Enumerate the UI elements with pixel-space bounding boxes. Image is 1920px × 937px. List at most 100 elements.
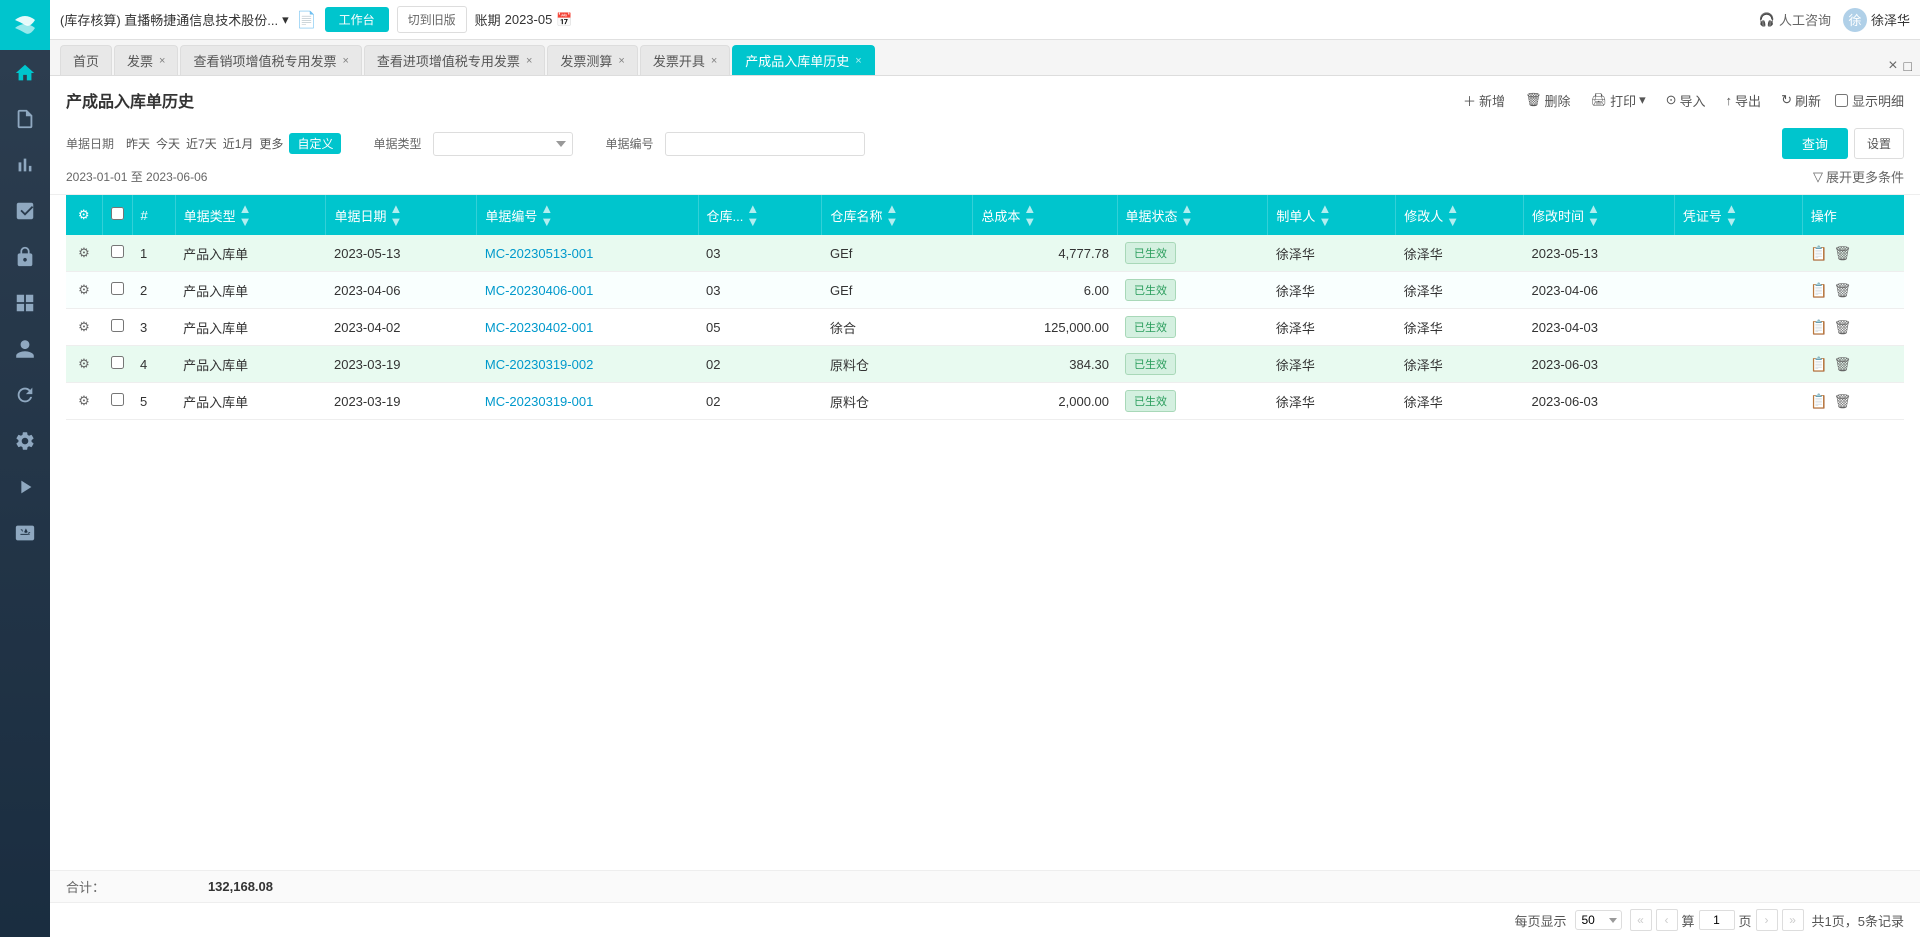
td-bill-no-0[interactable]: MC-20230513-001 bbox=[477, 235, 698, 272]
bill-no-link-4[interactable]: MC-20230319-001 bbox=[485, 394, 593, 409]
td-settings-0[interactable]: ⚙ bbox=[66, 235, 102, 272]
row-checkbox-4[interactable] bbox=[111, 393, 124, 406]
op-edit-icon-2[interactable]: 📋 bbox=[1810, 319, 1827, 336]
sidebar-item-vip[interactable] bbox=[0, 510, 50, 556]
op-edit-icon-1[interactable]: 📋 bbox=[1810, 282, 1827, 299]
row-checkbox-1[interactable] bbox=[111, 282, 124, 295]
tab-invoice-open-close[interactable]: × bbox=[711, 55, 717, 67]
quick-date-yesterday[interactable]: 昨天 bbox=[126, 135, 150, 152]
expand-filter-button[interactable]: ▽ 展开更多条件 bbox=[1813, 167, 1904, 186]
query-button[interactable]: 查询 bbox=[1782, 128, 1848, 159]
select-all-checkbox[interactable] bbox=[111, 207, 124, 220]
op-delete-icon-1[interactable]: 🗑 bbox=[1834, 282, 1852, 299]
tab-view-sales-vat-close[interactable]: × bbox=[342, 55, 348, 67]
op-edit-icon-4[interactable]: 📋 bbox=[1810, 393, 1827, 410]
workbench-button[interactable]: 工作台 bbox=[325, 7, 389, 32]
bill-no-link-2[interactable]: MC-20230402-001 bbox=[485, 320, 593, 335]
sidebar-item-person[interactable] bbox=[0, 326, 50, 372]
td-settings-2[interactable]: ⚙ bbox=[66, 309, 102, 346]
th-bill-type[interactable]: 单据类型▲▼ bbox=[175, 195, 326, 235]
td-settings-4[interactable]: ⚙ bbox=[66, 383, 102, 420]
td-bill-no-4[interactable]: MC-20230319-001 bbox=[477, 383, 698, 420]
tab-view-purchase-vat[interactable]: 查看进项增值税专用发票 × bbox=[364, 45, 545, 75]
sidebar-item-play[interactable] bbox=[0, 464, 50, 510]
page-next-button[interactable]: › bbox=[1756, 909, 1778, 931]
td-bill-no-1[interactable]: MC-20230406-001 bbox=[477, 272, 698, 309]
refresh-button[interactable]: ↻ 刷新 bbox=[1775, 89, 1827, 112]
tab-view-sales-vat[interactable]: 查看销项增值税专用发票 × bbox=[180, 45, 361, 75]
show-detail-checkbox[interactable] bbox=[1835, 94, 1848, 107]
quick-date-custom[interactable]: 自定义 bbox=[289, 133, 341, 154]
op-delete-icon-4[interactable]: 🗑 bbox=[1834, 393, 1852, 410]
sidebar-item-grid[interactable] bbox=[0, 280, 50, 326]
th-total-cost[interactable]: 总成本▲▼ bbox=[973, 195, 1117, 235]
sidebar-item-settings[interactable] bbox=[0, 418, 50, 464]
calendar-icon[interactable]: 📅 bbox=[556, 12, 572, 28]
row-checkbox-3[interactable] bbox=[111, 356, 124, 369]
tab-close-all[interactable]: × bbox=[1888, 57, 1897, 75]
print-button[interactable]: 🖨 打印 ▾ bbox=[1585, 89, 1652, 112]
tab-home[interactable]: 首页 bbox=[60, 45, 112, 75]
tab-product-in-close[interactable]: × bbox=[855, 55, 861, 67]
bill-no-link-1[interactable]: MC-20230406-001 bbox=[485, 283, 593, 298]
quick-date-more[interactable]: 更多 bbox=[259, 135, 283, 152]
tab-invoice[interactable]: 发票 × bbox=[114, 45, 178, 75]
row-settings-icon[interactable]: ⚙ bbox=[78, 245, 90, 260]
row-checkbox-2[interactable] bbox=[111, 319, 124, 332]
th-settings[interactable]: ⚙ bbox=[66, 195, 102, 235]
quick-date-7days[interactable]: 近7天 bbox=[186, 135, 217, 152]
bill-no-link-0[interactable]: MC-20230513-001 bbox=[485, 246, 593, 261]
td-settings-3[interactable]: ⚙ bbox=[66, 346, 102, 383]
sidebar-item-refresh[interactable] bbox=[0, 372, 50, 418]
tab-view-purchase-vat-close[interactable]: × bbox=[526, 55, 532, 67]
tab-invoice-calc-close[interactable]: × bbox=[618, 55, 624, 67]
page-prev-button[interactable]: ‹ bbox=[1656, 909, 1678, 931]
th-warehouse-name[interactable]: 仓库名称▲▼ bbox=[822, 195, 973, 235]
tab-invoice-calc[interactable]: 发票测算 × bbox=[547, 45, 637, 75]
tab-invoice-open[interactable]: 发票开具 × bbox=[640, 45, 730, 75]
page-number-input[interactable] bbox=[1699, 910, 1735, 930]
per-page-select[interactable]: 50 20 100 bbox=[1575, 910, 1622, 930]
import-button[interactable]: ⊙ 导入 bbox=[1660, 89, 1712, 112]
page-last-button[interactable]: » bbox=[1782, 909, 1804, 931]
bill-no-link-3[interactable]: MC-20230319-002 bbox=[485, 357, 593, 372]
page-first-button[interactable]: « bbox=[1630, 909, 1652, 931]
row-settings-icon[interactable]: ⚙ bbox=[78, 356, 90, 371]
row-settings-icon[interactable]: ⚙ bbox=[78, 282, 90, 297]
set-button[interactable]: 设置 bbox=[1854, 128, 1904, 159]
switch-old-button[interactable]: 切到旧版 bbox=[397, 6, 467, 33]
show-detail-toggle[interactable]: 显示明细 bbox=[1835, 91, 1904, 110]
sidebar-item-chart[interactable] bbox=[0, 142, 50, 188]
tab-product-in[interactable]: 产成品入库单历史 × bbox=[732, 45, 874, 75]
th-modify-time[interactable]: 修改时间▲▼ bbox=[1524, 195, 1675, 235]
quick-date-1month[interactable]: 近1月 bbox=[223, 135, 254, 152]
bill-type-select[interactable] bbox=[433, 132, 573, 156]
th-bill-status[interactable]: 单据状态▲▼ bbox=[1117, 195, 1268, 235]
th-modifier[interactable]: 修改人▲▼ bbox=[1396, 195, 1524, 235]
op-delete-icon-3[interactable]: 🗑 bbox=[1834, 356, 1852, 373]
row-settings-icon[interactable]: ⚙ bbox=[78, 393, 90, 408]
row-settings-icon[interactable]: ⚙ bbox=[78, 319, 90, 334]
user-profile[interactable]: 徐 徐泽华 bbox=[1843, 8, 1910, 32]
th-warehouse-code[interactable]: 仓库...▲▼ bbox=[698, 195, 822, 235]
support-button[interactable]: 🎧 人工咨询 bbox=[1759, 10, 1831, 29]
tab-maximize[interactable]: □ bbox=[1904, 58, 1912, 74]
sidebar-item-document[interactable] bbox=[0, 96, 50, 142]
export-button[interactable]: ↑ 导出 bbox=[1720, 89, 1768, 112]
th-voucher-no[interactable]: 凭证号▲▼ bbox=[1674, 195, 1802, 235]
td-bill-no-3[interactable]: MC-20230319-002 bbox=[477, 346, 698, 383]
th-bill-no[interactable]: 单据编号▲▼ bbox=[477, 195, 698, 235]
delete-button[interactable]: 🗑 删除 bbox=[1519, 89, 1577, 112]
row-checkbox-0[interactable] bbox=[111, 245, 124, 258]
tab-invoice-close[interactable]: × bbox=[159, 55, 165, 67]
td-bill-no-2[interactable]: MC-20230402-001 bbox=[477, 309, 698, 346]
sidebar-item-report[interactable] bbox=[0, 188, 50, 234]
op-delete-icon-0[interactable]: 🗑 bbox=[1834, 245, 1852, 262]
op-edit-icon-3[interactable]: 📋 bbox=[1810, 356, 1827, 373]
sidebar-item-lock[interactable] bbox=[0, 234, 50, 280]
th-bill-date[interactable]: 单据日期▲▼ bbox=[326, 195, 477, 235]
sidebar-item-home[interactable] bbox=[0, 50, 50, 96]
bill-no-input[interactable] bbox=[665, 132, 865, 156]
quick-date-today[interactable]: 今天 bbox=[156, 135, 180, 152]
td-settings-1[interactable]: ⚙ bbox=[66, 272, 102, 309]
